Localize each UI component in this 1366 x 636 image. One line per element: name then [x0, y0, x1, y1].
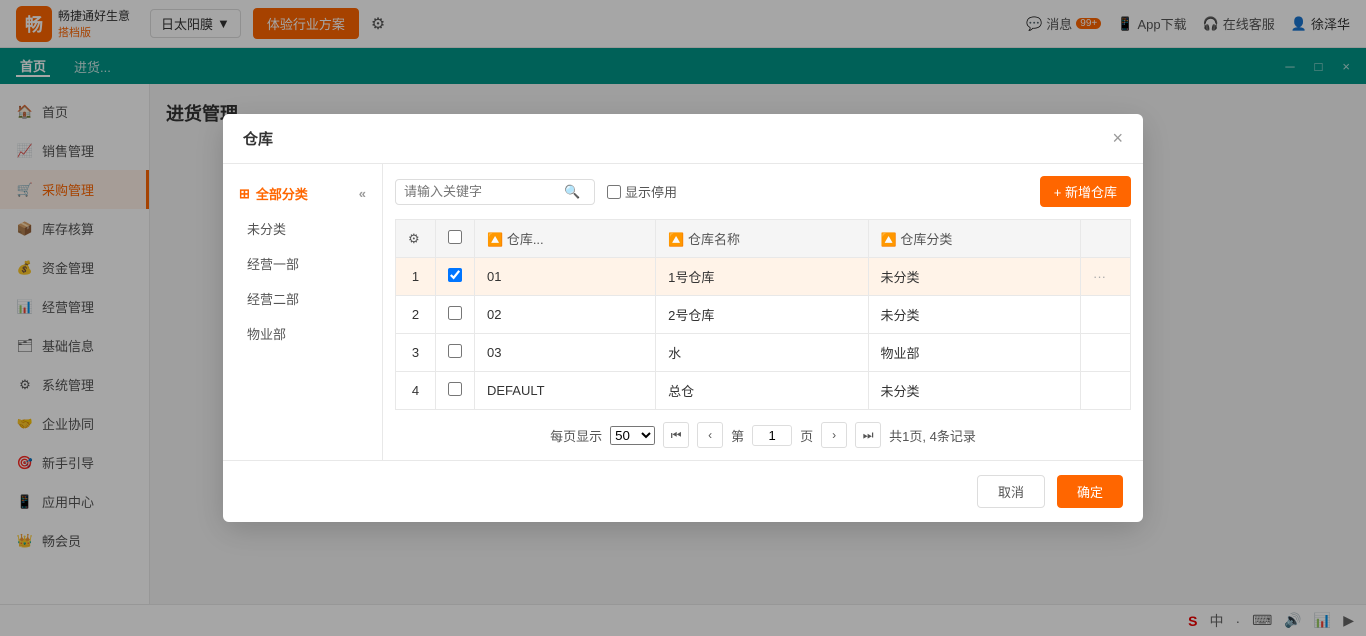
- grid-icon: ⊞: [239, 186, 250, 202]
- table-row[interactable]: 2 02 2号仓库 未分类: [396, 296, 1131, 334]
- category-item-ops1[interactable]: 经营一部: [223, 246, 382, 281]
- confirm-button[interactable]: 确定: [1057, 475, 1123, 508]
- category-all[interactable]: ⊞ 全部分类 «: [223, 176, 382, 211]
- row-number: 2: [396, 296, 436, 334]
- row-more[interactable]: [1081, 296, 1131, 334]
- pagination: 每页显示 50 10 20 100 ⏮ ‹ 第 页 › ⏭ 共1页, 4条记录: [395, 422, 1131, 448]
- row-checkbox[interactable]: [448, 268, 462, 282]
- row-checkbox[interactable]: [448, 382, 462, 396]
- modal-footer: 取消 确定: [223, 460, 1143, 522]
- row-checkbox-cell: [436, 334, 475, 372]
- row-checkbox[interactable]: [448, 306, 462, 320]
- th-gear: ⚙: [396, 220, 436, 258]
- collapse-panel-icon[interactable]: «: [359, 186, 366, 201]
- modal-overlay: 仓库 × ⊞ 全部分类 « 未分类 经营一部 经营二部 物业部: [0, 0, 1366, 636]
- cancel-button[interactable]: 取消: [977, 475, 1045, 508]
- th-actions: [1081, 220, 1131, 258]
- table-container: ⚙ 🔼 仓库... 🔼 仓库名称 🔼 仓库分类: [395, 219, 1131, 410]
- per-page-select[interactable]: 50 10 20 100: [610, 426, 655, 445]
- row-name: 总仓: [656, 372, 868, 410]
- row-more[interactable]: ···: [1081, 258, 1131, 296]
- modal-header: 仓库 ×: [223, 114, 1143, 164]
- next-page-button[interactable]: ›: [821, 422, 847, 448]
- page-number-input[interactable]: [752, 425, 792, 446]
- row-name: 1号仓库: [656, 258, 868, 296]
- row-category: 物业部: [868, 334, 1080, 372]
- table-toolbar: 🔍 显示停用 + 新增仓库: [395, 176, 1131, 207]
- th-checkbox: [436, 220, 475, 258]
- row-number: 4: [396, 372, 436, 410]
- row-number: 1: [396, 258, 436, 296]
- last-page-button[interactable]: ⏭: [855, 422, 881, 448]
- row-checkbox-cell: [436, 372, 475, 410]
- first-page-button[interactable]: ⏮: [663, 422, 689, 448]
- table-row[interactable]: 4 DEFAULT 总仓 未分类: [396, 372, 1131, 410]
- row-category: 未分类: [868, 258, 1080, 296]
- row-checkbox-cell: [436, 258, 475, 296]
- th-name: 🔼 仓库名称: [656, 220, 868, 258]
- show-disabled-label[interactable]: 显示停用: [607, 182, 677, 201]
- row-code: 02: [475, 296, 656, 334]
- row-more[interactable]: [1081, 334, 1131, 372]
- category-item-uncategorized[interactable]: 未分类: [223, 211, 382, 246]
- modal-title: 仓库: [243, 128, 273, 149]
- category-item-ops2[interactable]: 经营二部: [223, 281, 382, 316]
- prev-page-button[interactable]: ‹: [697, 422, 723, 448]
- row-name: 2号仓库: [656, 296, 868, 334]
- search-icon[interactable]: 🔍: [564, 184, 580, 200]
- warehouse-modal: 仓库 × ⊞ 全部分类 « 未分类 经营一部 经营二部 物业部: [223, 114, 1143, 522]
- more-actions-icon[interactable]: ···: [1093, 269, 1106, 284]
- row-category: 未分类: [868, 296, 1080, 334]
- row-checkbox-cell: [436, 296, 475, 334]
- row-number: 3: [396, 334, 436, 372]
- row-category: 未分类: [868, 372, 1080, 410]
- modal-close-button[interactable]: ×: [1112, 128, 1123, 149]
- row-name: 水: [656, 334, 868, 372]
- warehouse-table: ⚙ 🔼 仓库... 🔼 仓库名称 🔼 仓库分类: [395, 219, 1131, 410]
- add-warehouse-button[interactable]: + 新增仓库: [1040, 176, 1131, 207]
- row-code: 01: [475, 258, 656, 296]
- search-box: 🔍: [395, 179, 595, 205]
- th-category: 🔼 仓库分类: [868, 220, 1080, 258]
- category-panel: ⊞ 全部分类 « 未分类 经营一部 经营二部 物业部: [223, 164, 383, 460]
- table-head: ⚙ 🔼 仓库... 🔼 仓库名称 🔼 仓库分类: [396, 220, 1131, 258]
- select-all-checkbox[interactable]: [448, 230, 462, 244]
- table-row[interactable]: 3 03 水 物业部: [396, 334, 1131, 372]
- category-item-property[interactable]: 物业部: [223, 316, 382, 351]
- show-disabled-checkbox[interactable]: [607, 185, 621, 199]
- row-code: 03: [475, 334, 656, 372]
- row-checkbox[interactable]: [448, 344, 462, 358]
- table-panel: 🔍 显示停用 + 新增仓库 ⚙: [383, 164, 1143, 460]
- table-row[interactable]: 1 01 1号仓库 未分类 ···: [396, 258, 1131, 296]
- table-body: 1 01 1号仓库 未分类 ··· 2 02 2号仓库 未分类 3 03 水 物…: [396, 258, 1131, 410]
- row-code: DEFAULT: [475, 372, 656, 410]
- search-input[interactable]: [404, 184, 564, 199]
- th-code: 🔼 仓库...: [475, 220, 656, 258]
- modal-body: ⊞ 全部分类 « 未分类 经营一部 经营二部 物业部 🔍: [223, 164, 1143, 460]
- row-more[interactable]: [1081, 372, 1131, 410]
